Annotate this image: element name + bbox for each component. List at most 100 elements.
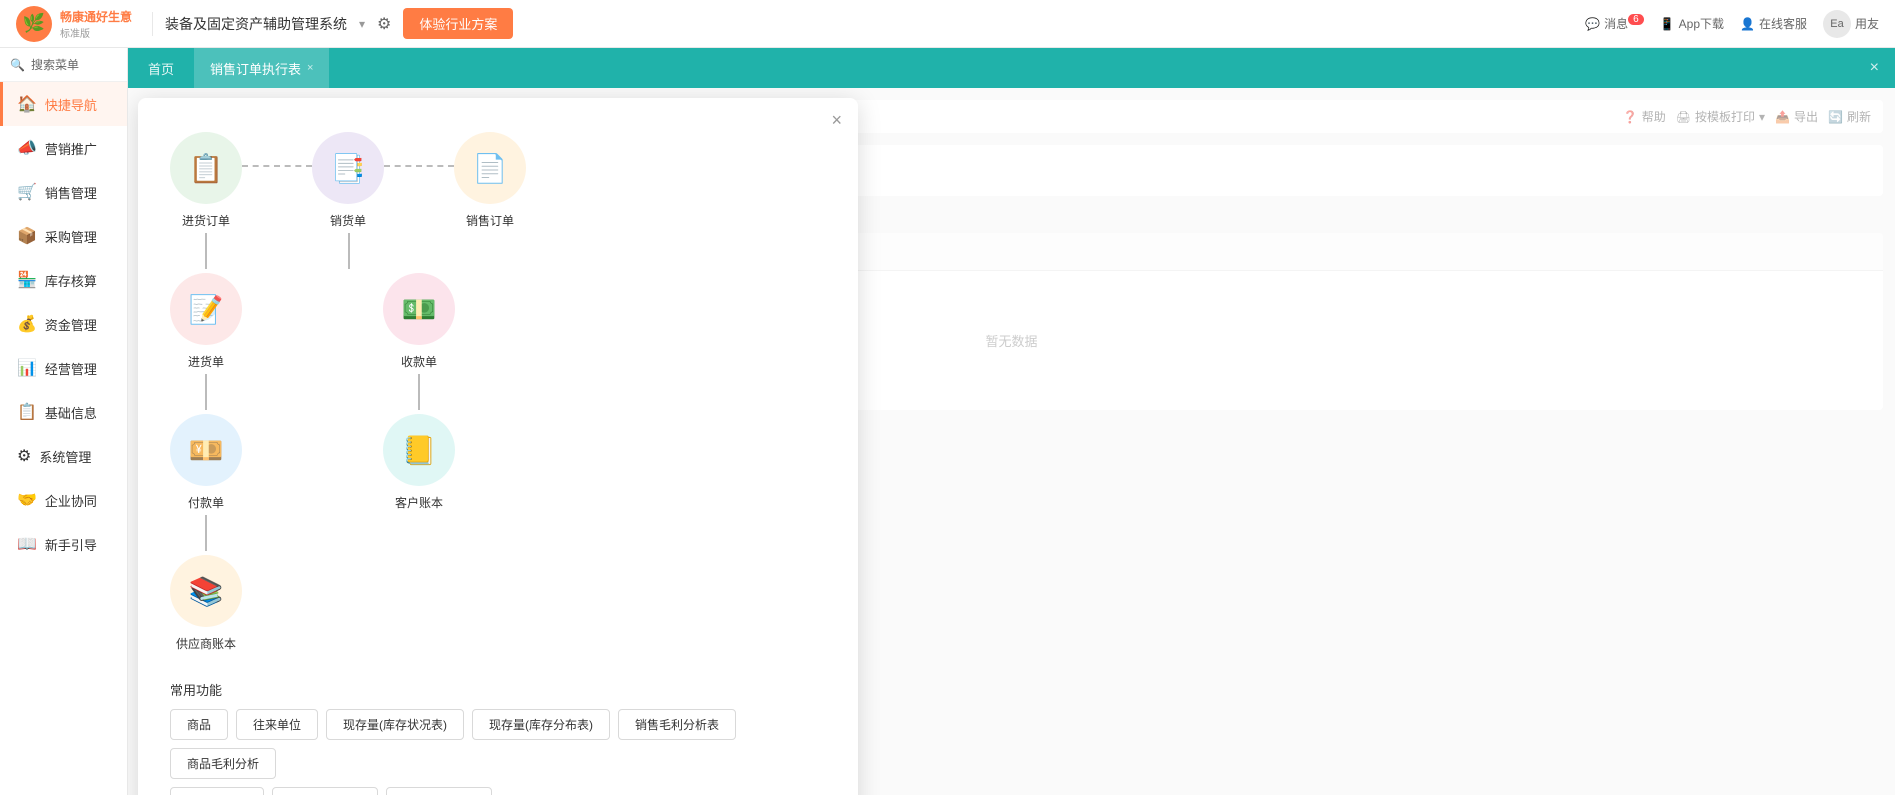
sidebar-icon-inventory: 🏪 — [17, 270, 37, 290]
sidebar-item-quick-nav[interactable]: 🏠快捷导航 — [0, 82, 127, 126]
func-btn-4[interactable]: 销售毛利分析表 — [618, 709, 736, 740]
func-btn-3[interactable]: 现存量(库存分布表) — [472, 709, 610, 740]
node-sales-order-label: 销售订单 — [466, 212, 514, 229]
online-service-btn[interactable]: 👤 在线客服 — [1740, 15, 1807, 32]
func-btn-6[interactable]: 销售排行榜 — [170, 787, 264, 795]
sidebar-item-guide[interactable]: 📖新手引导 — [0, 522, 127, 566]
h-connector-area — [242, 132, 312, 167]
sidebar-label-enterprise: 企业协同 — [45, 491, 97, 510]
sidebar-item-operations[interactable]: 📊 经营管理 — [0, 346, 127, 390]
v-arrow-3 — [205, 515, 207, 551]
tab-bar: 首页 销售订单执行表 × × — [128, 48, 1895, 88]
modal-overlay: × 📋 进货订单 — [128, 88, 1895, 795]
tab-label: 销售订单执行表 — [210, 59, 301, 78]
sidebar-icon-marketing: 📣 — [17, 138, 37, 158]
node-receipt-label: 收款单 — [401, 353, 437, 370]
tab-home[interactable]: 首页 — [128, 48, 194, 88]
sidebar-label-purchase: 采购管理 — [45, 227, 97, 246]
v-arrow-2 — [205, 374, 207, 410]
sidebar-icon-operations: 📊 — [17, 358, 37, 378]
top-bar: 🌿 畅康通好生意 标准版 装备及固定资产辅助管理系统 ▾ ⚙ 体验行业方案 💬 … — [0, 0, 1895, 48]
node-customer-account[interactable]: 📒 客户账本 — [383, 414, 455, 511]
app-download-label: App下载 — [1679, 15, 1724, 32]
func-btn-7[interactable]: 收款情况统计 — [272, 787, 378, 795]
node-purchase-order-label: 进货订单 — [182, 212, 230, 229]
sidebar-item-basic-info[interactable]: 📋 基础信息 — [0, 390, 127, 434]
node-payment-label: 付款单 — [188, 494, 224, 511]
node-sales-order[interactable]: 📄 销售订单 — [454, 132, 526, 229]
message-icon: 💬 — [1585, 17, 1600, 31]
sidebar-icon-guide: 📖 — [17, 534, 37, 554]
sidebar-label-sys-mgmt: 系统管理 — [39, 447, 91, 466]
node-purchase-bill-label: 进货单 — [188, 353, 224, 370]
node-sales-bill-label: 销货单 — [330, 212, 366, 229]
flow-diagram: 📋 进货订单 📝 — [170, 122, 826, 672]
content-area: 首页 销售订单执行表 × × ❓ 帮助 🖨 按模板打印 — [128, 48, 1895, 795]
node-customer-label: 客户账本 — [395, 494, 443, 511]
node-purchase-order[interactable]: 📋 进货订单 — [170, 132, 242, 229]
sidebar-icon-enterprise: 🤝 — [17, 490, 37, 510]
node-sales-bill[interactable]: 📑 销货单 — [312, 132, 384, 229]
sidebar-item-inventory[interactable]: 🏪库存核算 — [0, 258, 127, 302]
close-all-tabs[interactable]: × — [1854, 59, 1895, 77]
user-menu[interactable]: Ea 用友 — [1823, 10, 1879, 38]
sidebar-item-sales[interactable]: 🛒销售管理 — [0, 170, 127, 214]
sidebar-label-operations: 经营管理 — [45, 359, 97, 378]
sidebar-label-marketing: 营销推广 — [45, 139, 97, 158]
modal-close-btn[interactable]: × — [831, 110, 842, 131]
dropdown-icon[interactable]: ▾ — [359, 17, 365, 31]
func-btn-8[interactable]: 付款情况统计 — [386, 787, 492, 795]
online-service-label: 在线客服 — [1759, 15, 1807, 32]
sidebar-item-marketing[interactable]: 📣 营销推广 — [0, 126, 127, 170]
func-buttons-row1: 商品往来单位现存量(库存状况表) 现存量(库存分布表) 销售毛利分析表商品毛利分析 — [170, 709, 826, 779]
main-layout: 🔍 搜索菜单 🏠快捷导航 📣 营销推广 🛒销售管理 📦 采购管理 🏪库存核算💰资金管理 📊 经营… — [0, 48, 1895, 795]
sidebar-icon-sales: 🛒 — [17, 182, 37, 202]
settings-icon[interactable]: ⚙ — [377, 14, 391, 34]
sidebar-search[interactable]: 🔍 搜索菜单 — [0, 48, 127, 82]
sidebar-icon-sys-mgmt: ⚙ — [17, 446, 31, 466]
search-icon: 🔍 — [10, 58, 25, 72]
app-download-btn[interactable]: 📱 App下载 — [1660, 15, 1724, 32]
func-buttons-row2: 销售排行榜收款情况统计付款情况统计 — [170, 787, 826, 795]
service-icon: 👤 — [1740, 17, 1755, 31]
app-name: 畅康通好生意 — [60, 8, 132, 25]
app-sub: 标准版 — [60, 25, 132, 40]
func-btn-2[interactable]: 现存量(库存状况表) — [326, 709, 464, 740]
sidebar-icon-purchase: 📦 — [17, 226, 37, 246]
sidebar: 🔍 搜索菜单 🏠快捷导航 📣 营销推广 🛒销售管理 📦 采购管理 🏪库存核算💰资金管理 📊 经营… — [0, 48, 128, 795]
message-btn[interactable]: 💬 消息 6 — [1585, 15, 1644, 32]
common-functions: 常用功能 商品往来单位现存量(库存状况表)现存量(库存分布表)销售毛利分析表商品… — [170, 680, 826, 795]
sidebar-item-purchase[interactable]: 📦 采购管理 — [0, 214, 127, 258]
v-arrow-1 — [205, 233, 207, 269]
func-btn-0[interactable]: 商品 — [170, 709, 228, 740]
sidebar-icon-basic-info: 📋 — [17, 402, 37, 422]
node-supplier-account[interactable]: 📚 供应商账本 — [170, 555, 242, 652]
try-btn[interactable]: 体验行业方案 — [403, 8, 513, 39]
sidebar-item-finance[interactable]: 💰资金管理 — [0, 302, 127, 346]
sidebar-item-enterprise[interactable]: 🤝 企业协同 — [0, 478, 127, 522]
sys-title: 装备及固定资产辅助管理系统 — [165, 14, 347, 34]
node-purchase-bill[interactable]: 📝 进货单 — [170, 273, 242, 370]
node-receipt[interactable]: 💵 收款单 — [383, 273, 455, 370]
message-label: 消息 — [1604, 15, 1628, 32]
user-avatar: Ea — [1823, 10, 1851, 38]
sidebar-icon-quick-nav: 🏠 — [17, 94, 37, 114]
node-payment[interactable]: 💴 付款单 — [170, 414, 242, 511]
sidebar-label-basic-info: 基础信息 — [45, 403, 97, 422]
close-tab-icon[interactable]: × — [307, 62, 313, 74]
top-bar-left: 🌿 畅康通好生意 标准版 装备及固定资产辅助管理系统 ▾ ⚙ 体验行业方案 — [16, 6, 513, 42]
tab-sales-order[interactable]: 销售订单执行表 × — [194, 48, 329, 88]
quick-nav-modal: × 📋 进货订单 — [138, 98, 858, 795]
v-arrow-r1 — [348, 233, 350, 269]
v-arrow-r2 — [418, 374, 420, 410]
h-arrow — [242, 165, 312, 167]
h-dashed-sales — [384, 165, 454, 167]
app-logo-icon: 🌿 — [16, 6, 52, 42]
page-content: ❓ 帮助 🖨 按模板打印 ▾ 📤 导出 🔄 刷新 — [128, 88, 1895, 795]
sidebar-item-sys-mgmt[interactable]: ⚙ 系统管理 — [0, 434, 127, 478]
left-flow-col: 📋 进货订单 📝 — [170, 132, 242, 652]
func-btn-5[interactable]: 商品毛利分析 — [170, 748, 276, 779]
download-icon: 📱 — [1660, 17, 1675, 31]
search-label: 搜索菜单 — [31, 56, 79, 73]
func-btn-1[interactable]: 往来单位 — [236, 709, 318, 740]
